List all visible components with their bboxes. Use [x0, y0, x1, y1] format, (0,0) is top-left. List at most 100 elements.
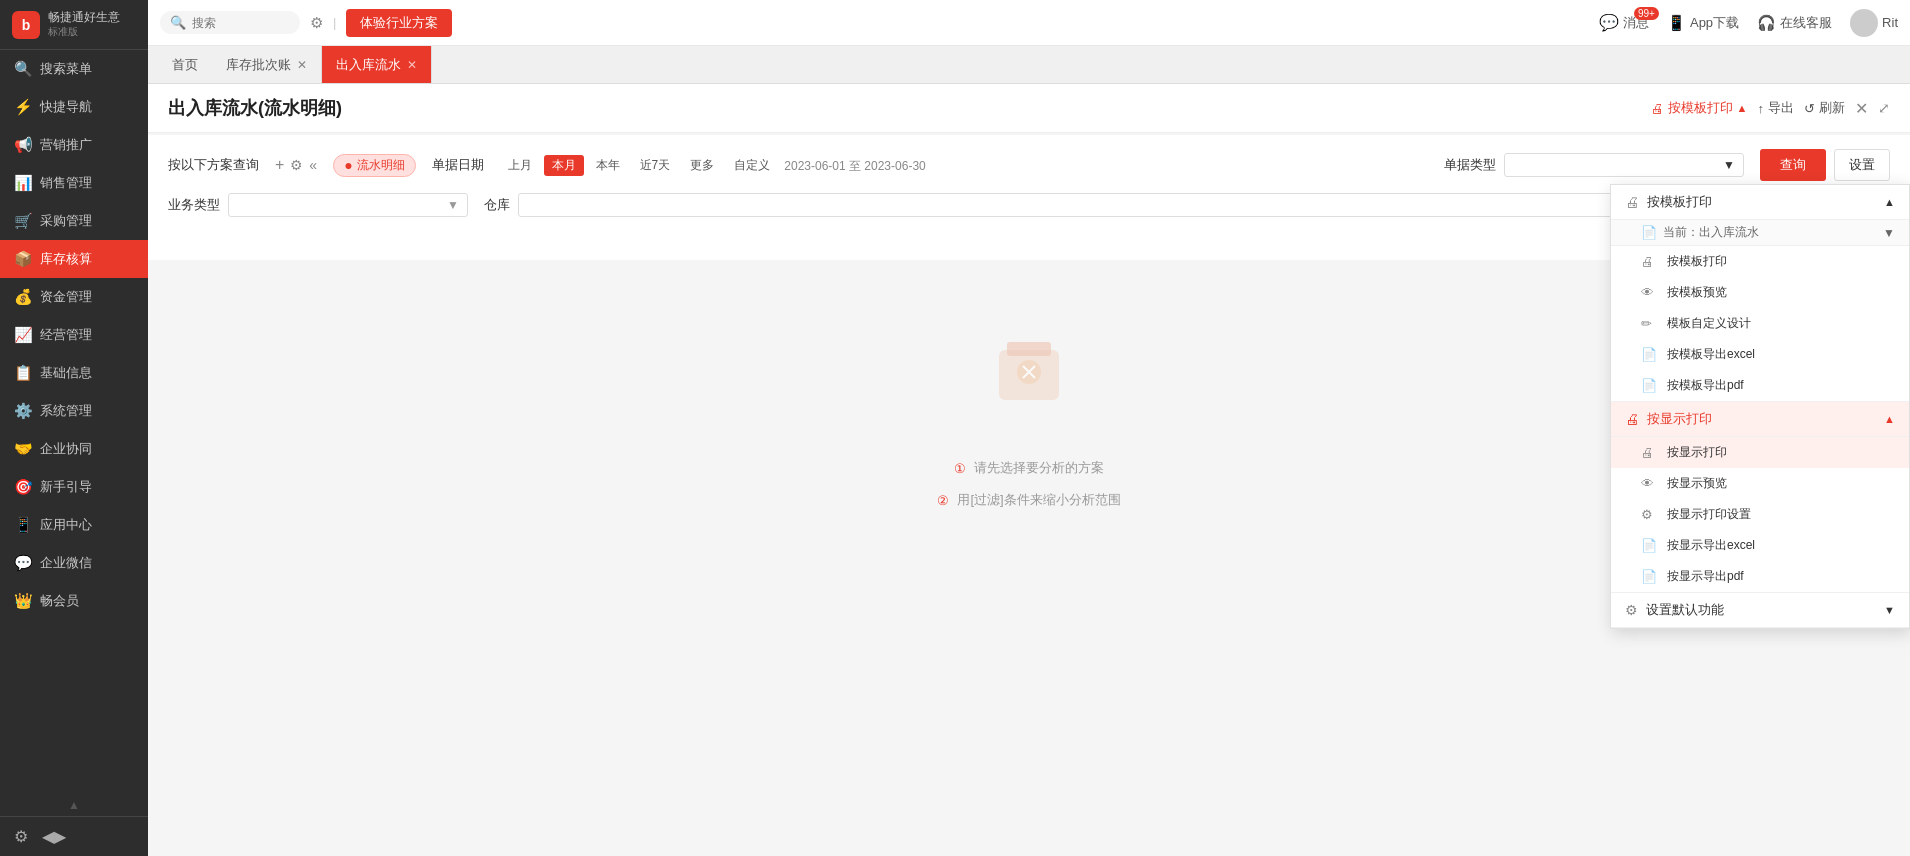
sidebar-settings-icon[interactable]: ⚙ [14, 827, 28, 846]
online-service-label: 在线客服 [1780, 14, 1832, 32]
biz-type-select[interactable]: ▼ [228, 193, 468, 217]
sidebar-item-system[interactable]: ⚙️ 系统管理 [0, 392, 148, 430]
dropdown-item-template-preview[interactable]: 👁 按模板预览 [1611, 277, 1909, 308]
refresh-button[interactable]: ↺ 刷新 [1804, 99, 1845, 117]
tab-flow[interactable]: 出入库流水 ✕ [322, 46, 432, 83]
member-icon: 👑 [14, 592, 32, 610]
dropdown-item-display-settings[interactable]: ⚙ 按显示打印设置 [1611, 499, 1909, 530]
sidebar: b 畅捷通好生意 标准版 🔍 搜索菜单 ⚡ 快捷导航 📢 营销推广 📊 销售管理… [0, 0, 148, 856]
date-btn-last-month[interactable]: 上月 [500, 155, 540, 176]
sidebar-toggle-icon[interactable]: ◀▶ [42, 827, 66, 846]
avatar-image [1850, 9, 1878, 37]
sidebar-item-guide[interactable]: 🎯 新手引导 [0, 468, 148, 506]
date-label: 单据日期 [432, 156, 484, 174]
sidebar-item-operations[interactable]: 📈 经营管理 [0, 316, 148, 354]
template-print-label: 按模板打印 [1647, 193, 1712, 211]
sidebar-item-member[interactable]: 👑 畅会员 [0, 582, 148, 620]
edit-icon: ✏ [1641, 316, 1657, 331]
tab-label: 出入库流水 [336, 56, 401, 74]
dropdown-item-template-custom[interactable]: ✏ 模板自定义设计 [1611, 308, 1909, 339]
operations-icon: 📈 [14, 326, 32, 344]
search-icon: 🔍 [14, 60, 32, 78]
page-title: 出入库流水(流水明细) [168, 96, 342, 120]
filter-tag-label: 流水明细 [357, 157, 405, 174]
filter-collapse-icon[interactable]: « [309, 157, 317, 173]
sidebar-item-purchase[interactable]: 🛒 采购管理 [0, 202, 148, 240]
empty-illustration [979, 320, 1079, 439]
tab-close-icon-active[interactable]: ✕ [407, 58, 417, 72]
dropdown-item-display-preview[interactable]: 👁 按显示预览 [1611, 468, 1909, 499]
app-logo-icon: b [12, 11, 40, 39]
sidebar-item-finance[interactable]: 💰 资金管理 [0, 278, 148, 316]
dropdown-item-display-export-excel[interactable]: 📄 按显示导出excel [1611, 530, 1909, 561]
promo-button[interactable]: 体验行业方案 [346, 9, 452, 37]
date-btn-more[interactable]: 更多 [682, 155, 722, 176]
display-print-section-header[interactable]: 🖨 按显示打印 ▲ [1611, 402, 1909, 437]
default-icon: ⚙ [1625, 602, 1638, 618]
filter-add-icon[interactable]: + [275, 156, 284, 174]
sidebar-item-enterprise[interactable]: 🤝 企业协同 [0, 430, 148, 468]
dropdown-item-template-export-excel[interactable]: 📄 按模板导出excel [1611, 339, 1909, 370]
sidebar-bottom: ⚙ ◀▶ [0, 816, 148, 856]
filter-settings-icon[interactable]: ⚙ [290, 157, 303, 173]
message-button[interactable]: 💬 消息 99+ [1599, 13, 1649, 32]
chevron-down-icon: ▼ [1723, 158, 1735, 172]
app-download-label: App下载 [1690, 14, 1739, 32]
topbar-right: 💬 消息 99+ 📱 App下载 🎧 在线客服 Rit [1599, 9, 1898, 37]
sidebar-item-app-center[interactable]: 📱 应用中心 [0, 506, 148, 544]
dropdown-item-display-print[interactable]: 🖨 按显示打印 [1611, 437, 1909, 468]
hint-1: ① 请先选择要分析的方案 [954, 455, 1104, 481]
message-icon: 💬 [1599, 13, 1619, 32]
print-button[interactable]: 🖨 按模板打印 ▲ [1651, 99, 1748, 117]
dropdown-item-template-print[interactable]: 🖨 按模板打印 [1611, 246, 1909, 277]
topbar-search-box[interactable]: 🔍 [160, 11, 300, 34]
tab-batch-ledger[interactable]: 库存批次账 ✕ [212, 46, 322, 83]
main-area: 🔍 ⚙ | 体验行业方案 💬 消息 99+ 📱 App下载 🎧 在线客服 Rit [148, 0, 1910, 856]
export-button[interactable]: ↑ 导出 [1758, 99, 1795, 117]
tab-close-icon[interactable]: ✕ [297, 58, 307, 72]
sidebar-item-label: 快捷导航 [40, 98, 92, 116]
default-function-section-header[interactable]: ⚙ 设置默认功能 ▼ [1611, 593, 1909, 628]
voucher-type-select[interactable]: ▼ [1504, 153, 1744, 177]
filter-row-1: 按以下方案查询 + ⚙ « ● 流水明细 单据日期 上月 本月 本年 近7 [168, 149, 1890, 181]
expand-button[interactable]: ⤢ [1878, 100, 1890, 116]
close-page-button[interactable]: ✕ [1855, 99, 1868, 118]
wechat-icon: 💬 [14, 554, 32, 572]
chevron-up-icon: ▲ [1884, 413, 1895, 425]
settings-button[interactable]: 设置 [1834, 149, 1890, 181]
query-button[interactable]: 查询 [1760, 149, 1826, 181]
refresh-icon: ↺ [1804, 101, 1815, 116]
sidebar-item-search[interactable]: 🔍 搜索菜单 [0, 50, 148, 88]
sidebar-item-wechat[interactable]: 💬 企业微信 [0, 544, 148, 582]
quick-nav-icon: ⚡ [14, 98, 32, 116]
sidebar-item-inventory[interactable]: 📦 库存核算 [0, 240, 148, 278]
app-download-button[interactable]: 📱 App下载 [1667, 14, 1739, 32]
dropdown-item-display-export-pdf[interactable]: 📄 按显示导出pdf [1611, 561, 1909, 592]
date-btn-this-month[interactable]: 本月 [544, 155, 584, 176]
guide-icon: 🎯 [14, 478, 32, 496]
biz-type-label: 业务类型 [168, 196, 220, 214]
display-printer-icon: 🖨 [1625, 411, 1639, 427]
sidebar-item-label: 应用中心 [40, 516, 92, 534]
date-range-display: 2023-06-01 至 2023-06-30 [784, 158, 925, 175]
search-input[interactable] [192, 16, 282, 30]
tab-home[interactable]: 首页 [158, 48, 212, 82]
date-btn-custom[interactable]: 自定义 [726, 155, 778, 176]
sidebar-item-sales[interactable]: 📊 销售管理 [0, 164, 148, 202]
eye-icon: 👁 [1641, 285, 1657, 300]
sidebar-item-quick-nav[interactable]: ⚡ 快捷导航 [0, 88, 148, 126]
template-print-section-header[interactable]: 🖨 按模板打印 ▲ [1611, 185, 1909, 220]
settings-icon[interactable]: ⚙ [310, 14, 323, 32]
sidebar-item-marketing[interactable]: 📢 营销推广 [0, 126, 148, 164]
online-service-button[interactable]: 🎧 在线客服 [1757, 14, 1832, 32]
sidebar-item-basic[interactable]: 📋 基础信息 [0, 354, 148, 392]
sidebar-scroll-down: ▲ [0, 794, 148, 816]
date-btn-this-year[interactable]: 本年 [588, 155, 628, 176]
chevron-up-icon: ▲ [1737, 102, 1748, 114]
filter-active-tag[interactable]: ● 流水明细 [333, 154, 415, 177]
date-btn-7days[interactable]: 近7天 [632, 155, 679, 176]
chevron-up-icon: ▲ [1884, 196, 1895, 208]
user-avatar[interactable]: Rit [1850, 9, 1898, 37]
sidebar-item-label: 企业微信 [40, 554, 92, 572]
dropdown-item-template-export-pdf[interactable]: 📄 按模板导出pdf [1611, 370, 1909, 401]
